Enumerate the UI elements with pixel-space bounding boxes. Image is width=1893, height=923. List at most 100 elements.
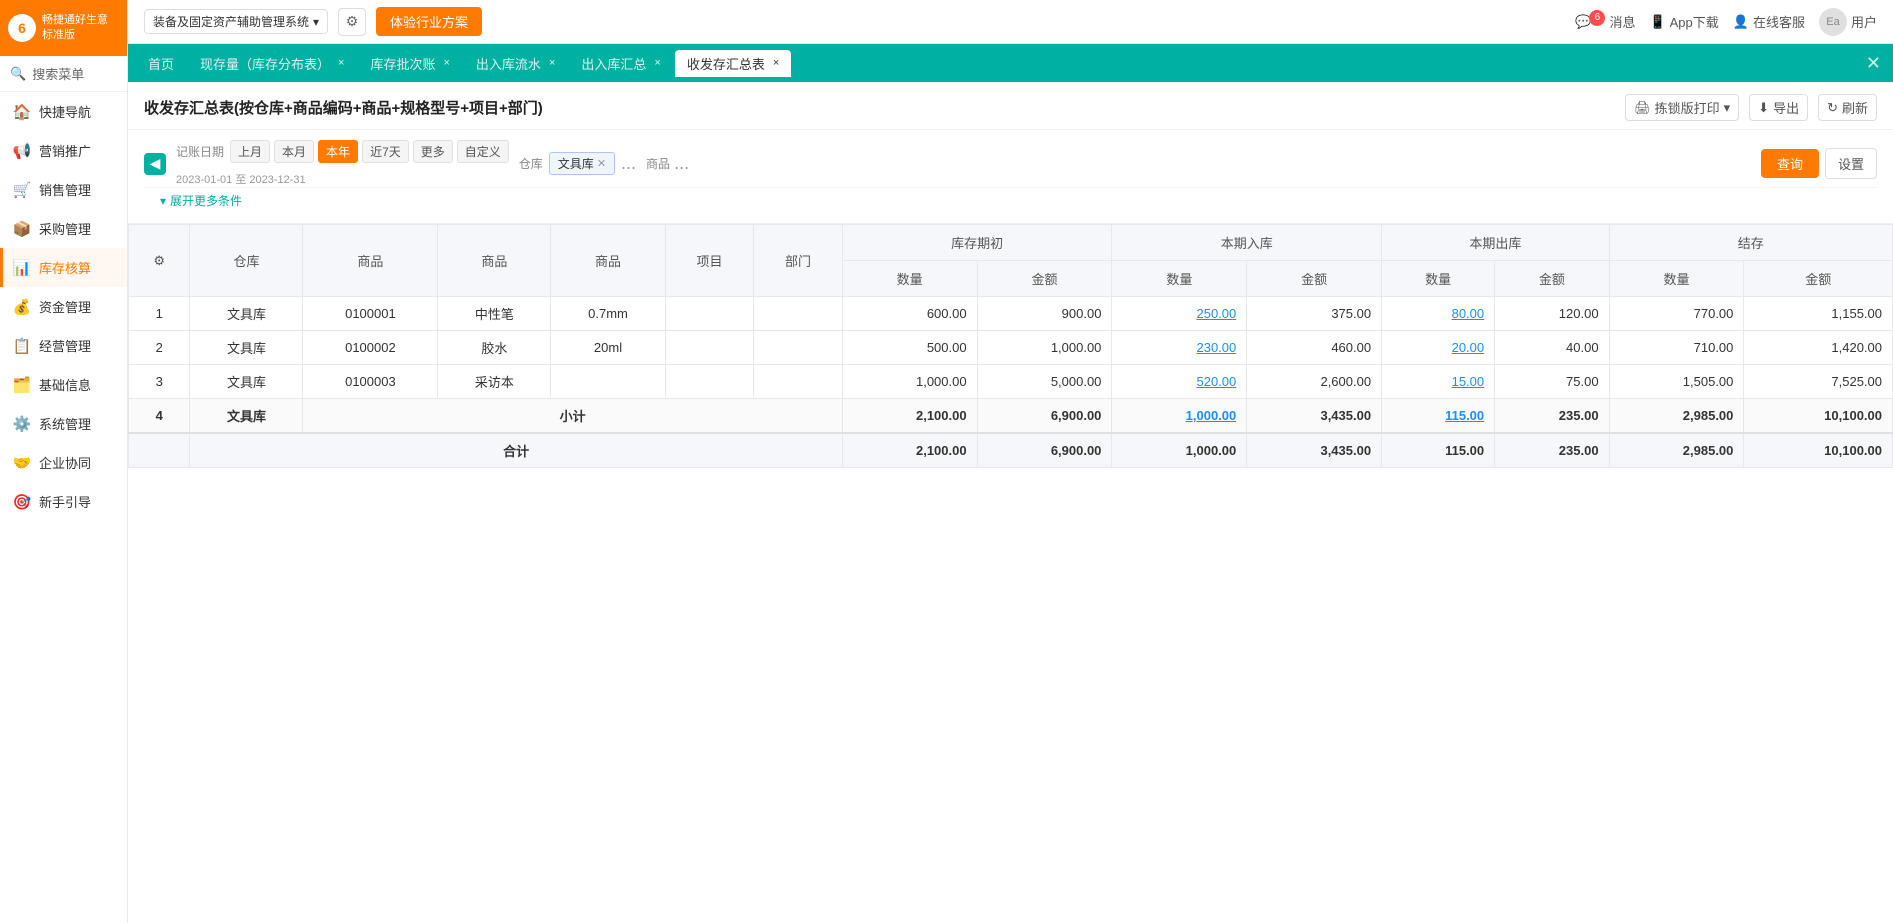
refresh-button[interactable]: ↻ 刷新 <box>1818 94 1877 121</box>
date-btn-自定义[interactable]: 自定义 <box>457 140 509 163</box>
user-menu[interactable]: Ea 用户 <box>1819 8 1877 36</box>
col-product-code-header: 商品 <box>303 225 438 297</box>
tab-close-icon[interactable]: × <box>773 57 779 69</box>
row-opening-amt: 5,000.00 <box>977 365 1112 399</box>
row-in-qty[interactable]: 520.00 <box>1112 365 1247 399</box>
col-warehouse-header: 仓库 <box>190 225 303 297</box>
sidebar-item-guide[interactable]: 🎯新手引导 <box>0 482 127 521</box>
filter-toggle-button[interactable]: ◀ <box>144 153 166 175</box>
subtotal-label: 小计 <box>303 399 842 434</box>
sidebar-item-quick-nav[interactable]: 🏠快捷导航 <box>0 92 127 131</box>
page-actions: 🖨 拣锁版打印 ▾ ⬇ 导出 ↻ 刷新 <box>1625 94 1877 121</box>
tab-------[interactable]: 收发存汇总表 × <box>675 50 791 77</box>
search-menu[interactable]: 🔍 搜索菜单 <box>0 56 127 92</box>
nav-label-finance: 资金管理 <box>39 297 91 316</box>
nav-icon-marketing: 📢 <box>13 142 31 160</box>
row-spec: 0.7mm <box>551 297 665 331</box>
filter-row: ◀ 记账日期 上月本月本年近7天更多自定义 2023-01-01 至 2023-… <box>144 140 1877 187</box>
subtotal-warehouse: 文具库 <box>190 399 303 434</box>
sidebar-item-purchase[interactable]: 📦采购管理 <box>0 209 127 248</box>
tab-----------[interactable]: 现存量（库存分布表） × <box>188 50 356 77</box>
row-out-qty[interactable]: 15.00 <box>1382 365 1495 399</box>
row-in-qty[interactable]: 230.00 <box>1112 331 1247 365</box>
sidebar-item-inventory[interactable]: 📊库存核算 <box>0 248 127 287</box>
tab---[interactable]: 首页 <box>136 50 186 77</box>
col-closing-qty-header: 数量 <box>1609 261 1744 297</box>
tab------[interactable]: 出入库汇总× <box>569 50 672 77</box>
tab------[interactable]: 出入库流水× <box>464 50 567 77</box>
tab-close-icon[interactable]: × <box>443 57 449 69</box>
date-btn-上月[interactable]: 上月 <box>230 140 270 163</box>
subtotal-opening-qty: 2,100.00 <box>842 399 977 434</box>
app-download-button[interactable]: 📱 App下载 <box>1649 12 1718 31</box>
total-closing-amt: 10,100.00 <box>1744 433 1893 468</box>
search-menu-label: 搜索菜单 <box>32 64 84 83</box>
row-index: 3 <box>129 365 190 399</box>
tab-label: 首页 <box>148 54 174 73</box>
online-service-label: 在线客服 <box>1753 12 1805 31</box>
sidebar-item-finance[interactable]: 💰资金管理 <box>0 287 127 326</box>
col-out-qty-header: 数量 <box>1382 261 1495 297</box>
nav-icon-operations: 📋 <box>13 337 31 355</box>
top-header: 装备及固定资产辅助管理系统 ▾ ⚙ 体验行业方案 💬 6 消息 📱 App下载 … <box>128 0 1893 44</box>
tab-label: 现存量（库存分布表） <box>200 54 330 73</box>
print-button[interactable]: 🖨 拣锁版打印 ▾ <box>1625 94 1739 121</box>
export-button[interactable]: ⬇ 导出 <box>1749 94 1808 121</box>
close-all-tabs-button[interactable]: ✕ <box>1862 49 1885 78</box>
row-closing-amt: 1,155.00 <box>1744 297 1893 331</box>
settings-gear-button[interactable]: ⚙ <box>338 8 366 36</box>
sidebar-item-operations[interactable]: 📋经营管理 <box>0 326 127 365</box>
col-group-closing: 结存 <box>1609 225 1892 261</box>
sidebar-item-marketing[interactable]: 📢营销推广 <box>0 131 127 170</box>
subtotal-out-qty[interactable]: 115.00 <box>1382 399 1495 434</box>
col-opening-qty-header: 数量 <box>842 261 977 297</box>
date-filter-label: 记账日期 <box>176 143 224 160</box>
date-btn-近7天[interactable]: 近7天 <box>362 140 409 163</box>
col-settings-header[interactable]: ⚙ <box>129 225 190 297</box>
nav-label-quick-nav: 快捷导航 <box>39 102 91 121</box>
expand-conditions-button[interactable]: ▾ 展开更多条件 <box>144 187 1877 213</box>
nav-label-inventory: 库存核算 <box>39 258 91 277</box>
row-out-qty[interactable]: 80.00 <box>1382 297 1495 331</box>
product-more-button[interactable]: ... <box>674 153 689 174</box>
row-out-qty[interactable]: 20.00 <box>1382 331 1495 365</box>
row-spec: 20ml <box>551 331 665 365</box>
tab-close-icon[interactable]: × <box>549 57 555 69</box>
messages-button[interactable]: 💬 6 消息 <box>1575 12 1635 31</box>
trial-button[interactable]: 体验行业方案 <box>376 7 482 36</box>
date-btn-更多[interactable]: 更多 <box>413 140 453 163</box>
row-dept <box>754 365 843 399</box>
avatar: Ea <box>1819 8 1847 36</box>
service-icon: 👤 <box>1733 14 1749 30</box>
online-service-button[interactable]: 👤 在线客服 <box>1733 12 1805 31</box>
app-logo: 6 畅捷通好生意 标准版 <box>0 0 127 56</box>
sidebar-item-system[interactable]: ⚙️系统管理 <box>0 404 127 443</box>
row-in-amt: 375.00 <box>1247 297 1382 331</box>
page-header: 收发存汇总表(按仓库+商品编码+商品+规格型号+项目+部门) 🖨 拣锁版打印 ▾… <box>128 82 1893 130</box>
row-opening-amt: 900.00 <box>977 297 1112 331</box>
tab-close-icon[interactable]: × <box>654 57 660 69</box>
subtotal-in-qty[interactable]: 1,000.00 <box>1112 399 1247 434</box>
system-selector[interactable]: 装备及固定资产辅助管理系统 ▾ <box>144 9 328 34</box>
setting-button[interactable]: 设置 <box>1825 148 1877 179</box>
date-btn-本月[interactable]: 本月 <box>274 140 314 163</box>
warehouse-tag-close[interactable]: ✕ <box>597 157 606 170</box>
tab-close-icon[interactable]: × <box>338 57 344 69</box>
date-btn-本年[interactable]: 本年 <box>318 140 358 163</box>
nav-icon-enterprise: 🤝 <box>13 454 31 472</box>
sidebar-item-basic-info[interactable]: 🗂️基础信息 <box>0 365 127 404</box>
sidebar-item-sales[interactable]: 🛒销售管理 <box>0 170 127 209</box>
sidebar: 6 畅捷通好生意 标准版 🔍 搜索菜单 🏠快捷导航📢营销推广🛒销售管理📦采购管理… <box>0 0 128 923</box>
export-label: 导出 <box>1773 98 1799 117</box>
warehouse-more-button[interactable]: ... <box>621 153 636 174</box>
tab-label: 收发存汇总表 <box>687 54 765 73</box>
col-out-amt-header: 金额 <box>1495 261 1609 297</box>
product-filter-label: 商品 <box>646 155 670 172</box>
row-in-qty[interactable]: 250.00 <box>1112 297 1247 331</box>
query-button[interactable]: 查询 <box>1761 149 1819 178</box>
tab-label: 库存批次账 <box>370 54 435 73</box>
sidebar-item-enterprise[interactable]: 🤝企业协同 <box>0 443 127 482</box>
tab------[interactable]: 库存批次账 × <box>358 50 461 77</box>
filter-area: ◀ 记账日期 上月本月本年近7天更多自定义 2023-01-01 至 2023-… <box>128 130 1893 224</box>
app-name: 畅捷通好生意 标准版 <box>42 13 119 44</box>
